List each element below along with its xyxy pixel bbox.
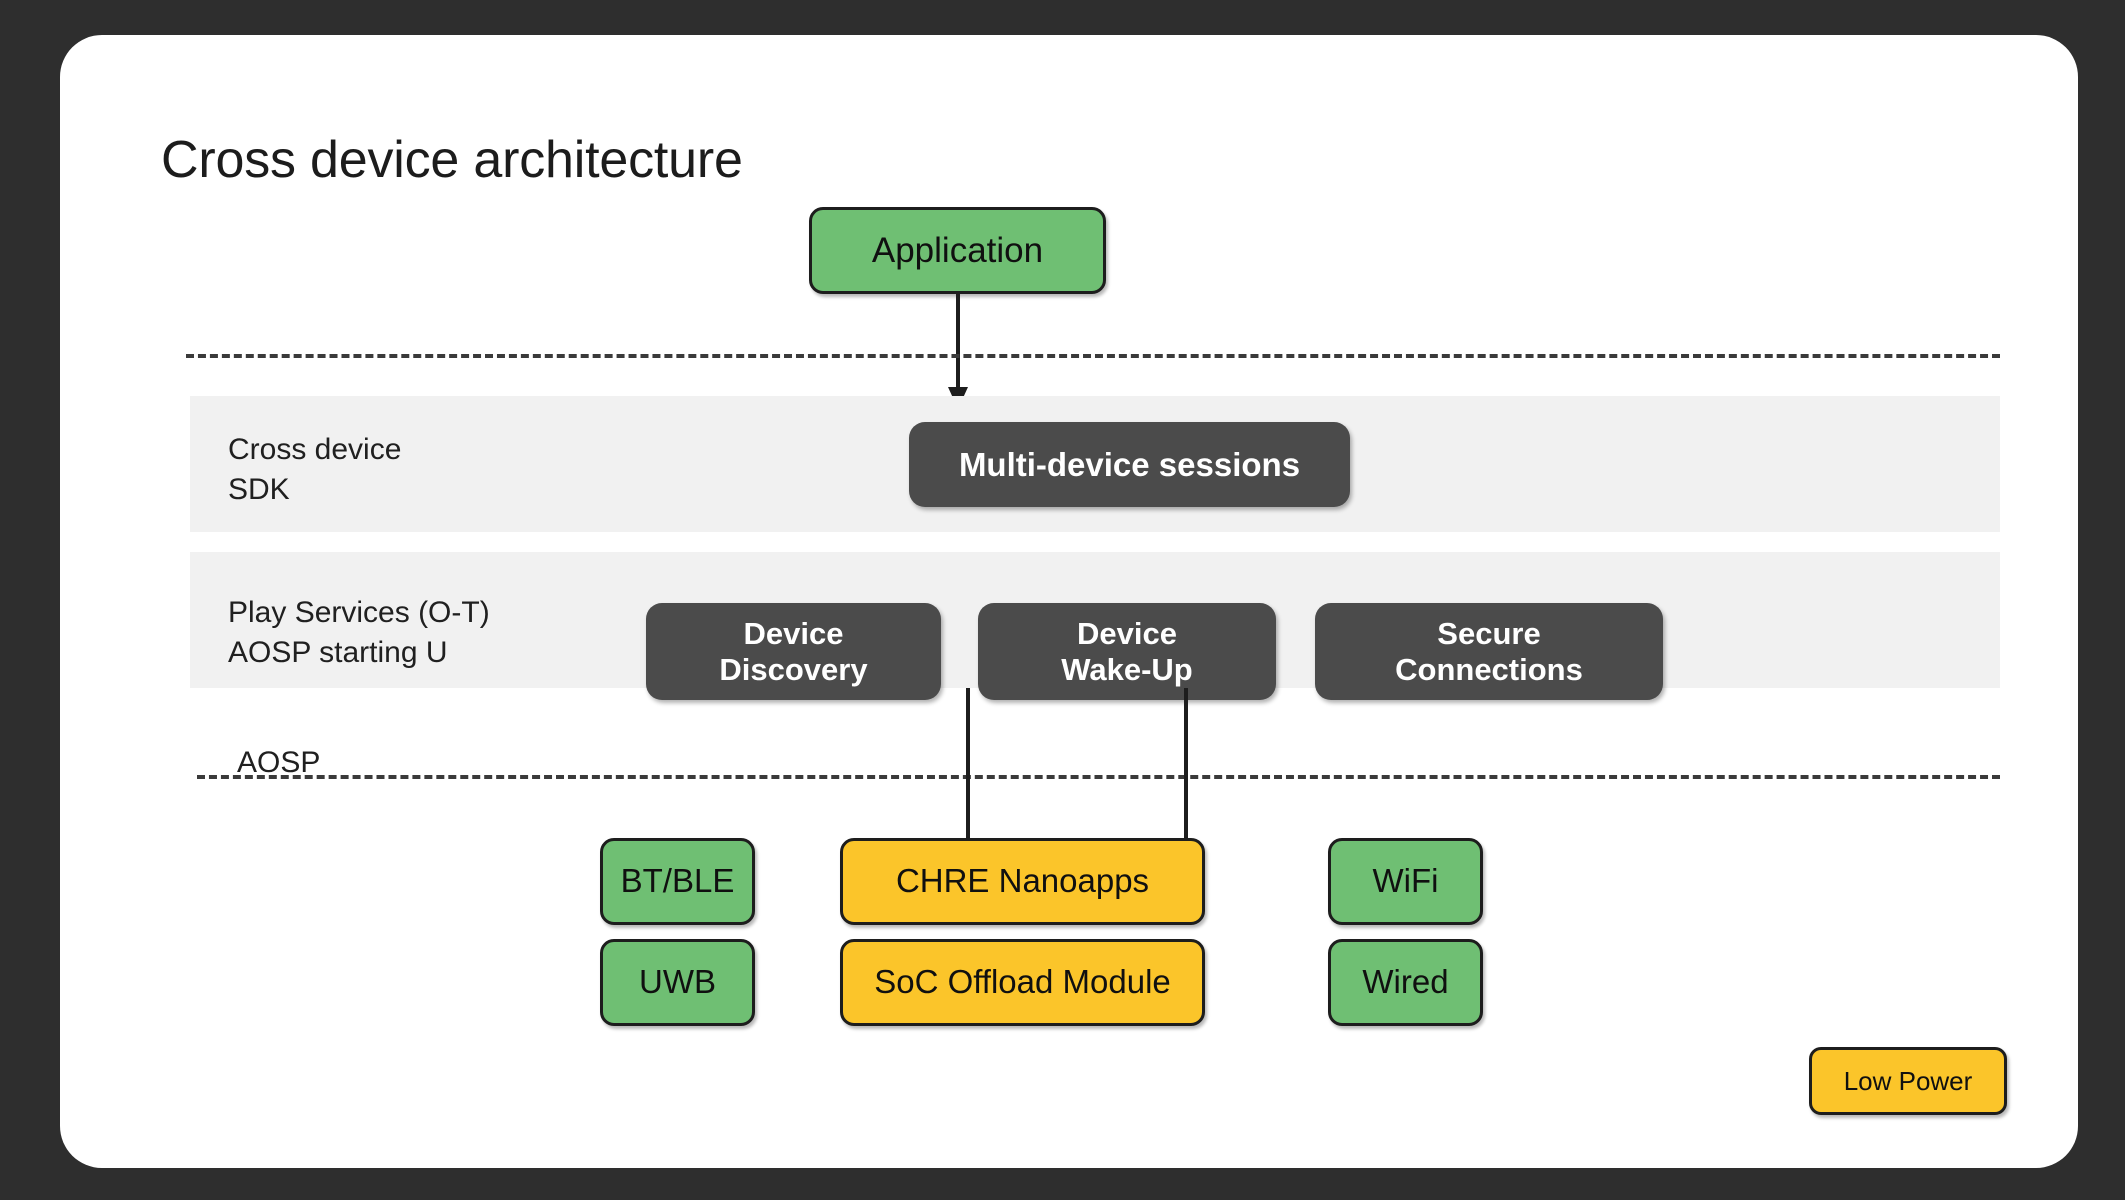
slide-frame: Cross device architecture Application Cr… xyxy=(0,0,2125,1200)
node-soc-offload-module-label: SoC Offload Module xyxy=(874,963,1171,1001)
node-bt-ble-label: BT/BLE xyxy=(620,862,735,900)
chip-device-discovery[interactable]: Device Discovery xyxy=(646,603,941,700)
node-application[interactable]: Application xyxy=(809,207,1106,294)
divider-app-boundary xyxy=(186,354,2000,358)
divider-aosp-boundary xyxy=(197,775,2000,779)
node-uwb[interactable]: UWB xyxy=(600,939,755,1026)
node-chre-nanoapps-label: CHRE Nanoapps xyxy=(895,862,1150,900)
node-bt-ble[interactable]: BT/BLE xyxy=(600,838,755,925)
node-wired[interactable]: Wired xyxy=(1328,939,1483,1026)
row-label-cross-device-sdk: Cross device SDK xyxy=(228,433,402,506)
arrow-application-to-sessions xyxy=(948,293,968,409)
legend-low-power-label: Low Power xyxy=(1843,1065,1973,1096)
slide-card: Cross device architecture Application Cr… xyxy=(60,35,2078,1168)
node-uwb-label: UWB xyxy=(639,963,716,1001)
chip-multi-device-sessions[interactable]: Multi-device sessions xyxy=(909,422,1350,507)
node-soc-offload-module[interactable]: SoC Offload Module xyxy=(840,939,1205,1026)
node-application-label: Application xyxy=(871,230,1044,270)
node-wired-label: Wired xyxy=(1362,963,1449,1001)
node-wifi[interactable]: WiFi xyxy=(1328,838,1483,925)
node-chre-nanoapps[interactable]: CHRE Nanoapps xyxy=(840,838,1205,925)
chip-secure-connections[interactable]: Secure Connections xyxy=(1315,603,1663,700)
row-label-play-services: Play Services (O-T) AOSP starting U xyxy=(228,596,490,669)
legend-low-power[interactable]: Low Power xyxy=(1809,1047,2007,1115)
chip-device-wake-up[interactable]: Device Wake-Up xyxy=(978,603,1276,700)
node-wifi-label: WiFi xyxy=(1372,862,1439,900)
page-title: Cross device architecture xyxy=(161,131,743,189)
